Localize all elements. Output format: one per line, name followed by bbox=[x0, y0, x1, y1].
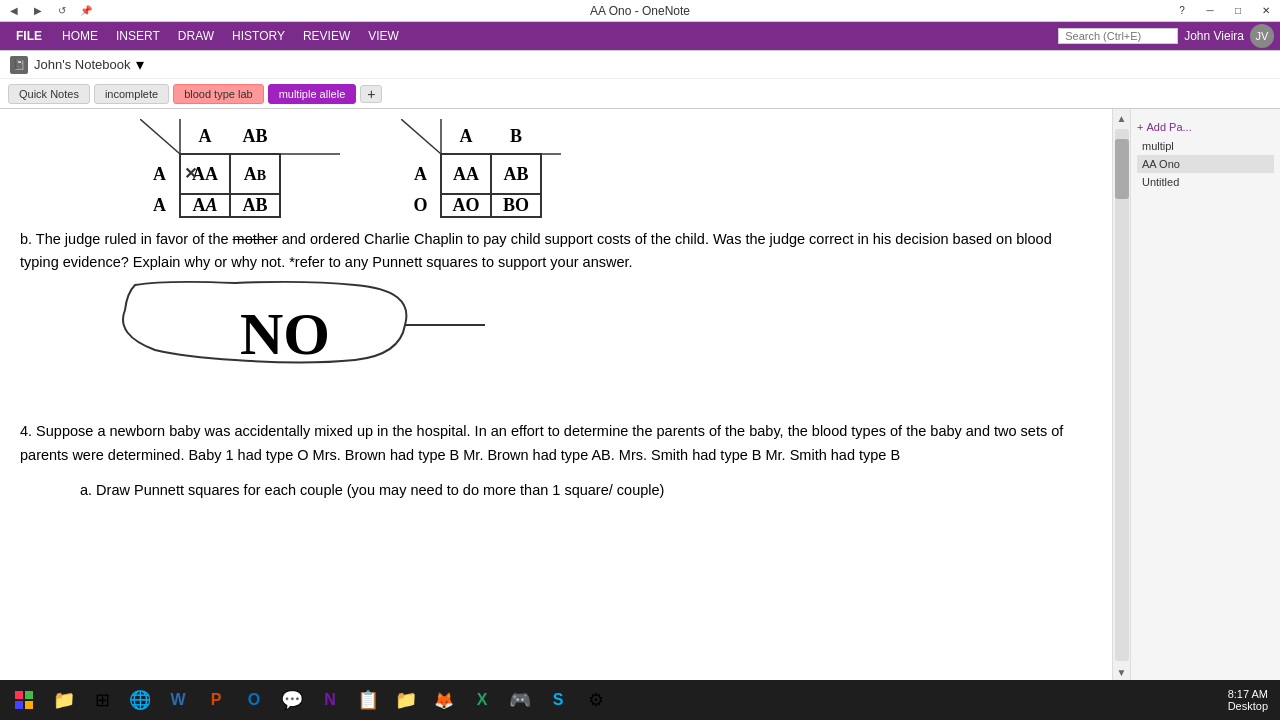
title-bar-left: ◀ ▶ ↺ 📌 bbox=[0, 1, 96, 21]
ribbon-menu: FILE HOME INSERT DRAW HISTORY REVIEW VIE… bbox=[0, 22, 1280, 50]
question-4-text: 4. Suppose a newborn baby was accidental… bbox=[20, 420, 1092, 466]
back-btn[interactable]: ◀ bbox=[4, 1, 24, 21]
help-btn[interactable]: ? bbox=[1168, 0, 1196, 22]
taskbar-browser-icon[interactable]: 🌐 bbox=[122, 682, 158, 718]
scroll-up-btn[interactable]: ▲ bbox=[1113, 109, 1131, 127]
scroll-track bbox=[1115, 129, 1129, 661]
insert-menu-btn[interactable]: INSERT bbox=[108, 27, 168, 45]
draw-menu-btn[interactable]: DRAW bbox=[170, 27, 222, 45]
tabs-bar: Quick Notes incomplete blood type lab mu… bbox=[0, 79, 1280, 109]
taskbar-gear-icon[interactable]: ⚙ bbox=[578, 682, 614, 718]
punnett-squares-area: A AB A ✕AA AB A AA AB bbox=[20, 119, 1092, 218]
title-bar: ◀ ▶ ↺ 📌 AA Ono - OneNote ? ─ □ ✕ bbox=[0, 0, 1280, 22]
refresh-btn[interactable]: ↺ bbox=[52, 1, 72, 21]
punnett-square-2: A B A AA AB O AO BO bbox=[401, 119, 542, 218]
right-sidebar: + Add Pa... multipl AA Ono Untitled bbox=[1130, 109, 1280, 681]
add-page-btn[interactable]: + Add Pa... bbox=[1137, 117, 1274, 137]
ribbon: FILE HOME INSERT DRAW HISTORY REVIEW VIE… bbox=[0, 22, 1280, 51]
question-4-para: 4. Suppose a newborn baby was accidental… bbox=[20, 420, 1092, 466]
tab-quick-notes[interactable]: Quick Notes bbox=[8, 84, 90, 104]
sidebar-page-untitled[interactable]: Untitled bbox=[1137, 173, 1274, 191]
close-btn[interactable]: ✕ bbox=[1252, 0, 1280, 22]
note-canvas: A AB A ✕AA AB A AA AB bbox=[20, 119, 1092, 671]
notebook-name[interactable]: John's Notebook bbox=[34, 57, 130, 72]
taskbar-chat-icon[interactable]: 💬 bbox=[274, 682, 310, 718]
file-menu-btn[interactable]: FILE bbox=[6, 27, 52, 45]
question-b-text: b. The judge ruled in favor of the mothe… bbox=[20, 228, 1092, 274]
start-button[interactable] bbox=[4, 682, 44, 718]
notebook-dropdown-arrow[interactable]: ▾ bbox=[136, 55, 144, 74]
taskbar-skype-icon[interactable]: S bbox=[540, 682, 576, 718]
taskbar-game-icon[interactable]: 🎮 bbox=[502, 682, 538, 718]
strikethrough-word: mother bbox=[233, 231, 278, 247]
minimize-btn[interactable]: ─ bbox=[1196, 0, 1224, 22]
taskbar-powerpoint-icon[interactable]: P bbox=[198, 682, 234, 718]
review-menu-btn[interactable]: REVIEW bbox=[295, 27, 358, 45]
view-menu-btn[interactable]: VIEW bbox=[360, 27, 407, 45]
history-menu-btn[interactable]: HISTORY bbox=[224, 27, 293, 45]
add-icon: + bbox=[1137, 121, 1143, 133]
pin-btn[interactable]: 📌 bbox=[76, 1, 96, 21]
user-name: John Vieira bbox=[1184, 29, 1244, 43]
content-area: A AB A ✕AA AB A AA AB bbox=[0, 109, 1112, 681]
taskbar-windows-icon[interactable]: ⊞ bbox=[84, 682, 120, 718]
taskbar-time: 8:17 AM bbox=[1228, 688, 1268, 700]
scroll-down-btn[interactable]: ▼ bbox=[1113, 663, 1131, 681]
scroll-thumb[interactable] bbox=[1115, 139, 1129, 199]
tab-incomplete[interactable]: incomplete bbox=[94, 84, 169, 104]
taskbar-outlook-icon[interactable]: O bbox=[236, 682, 272, 718]
sidebar-page-aa-ono[interactable]: AA Ono bbox=[1137, 155, 1274, 173]
home-menu-btn[interactable]: HOME bbox=[54, 27, 106, 45]
question-4a-text: a. Draw Punnett squares for each couple … bbox=[80, 479, 1092, 502]
taskbar-onenote-icon[interactable]: N bbox=[312, 682, 348, 718]
svg-rect-7 bbox=[15, 691, 23, 699]
tab-add[interactable]: + bbox=[360, 85, 382, 103]
search-input[interactable] bbox=[1058, 28, 1178, 44]
taskbar-excel-icon[interactable]: X bbox=[464, 682, 500, 718]
notebook-icon: 📓 bbox=[10, 56, 28, 74]
answer-bubble-svg bbox=[105, 275, 505, 375]
add-page-label: Add Pa... bbox=[1146, 121, 1191, 133]
notebook-header: 📓 John's Notebook ▾ bbox=[0, 51, 1280, 79]
scroll-bar[interactable]: ▲ ▼ bbox=[1112, 109, 1130, 681]
window-controls: ? ─ □ ✕ bbox=[1168, 0, 1280, 21]
app-title: AA Ono - OneNote bbox=[590, 4, 690, 18]
system-clock: 8:17 AM Desktop bbox=[1228, 688, 1268, 712]
forward-btn[interactable]: ▶ bbox=[28, 1, 48, 21]
svg-rect-9 bbox=[15, 701, 23, 709]
svg-rect-8 bbox=[25, 691, 33, 699]
windows-logo-icon bbox=[14, 690, 34, 710]
svg-rect-10 bbox=[25, 701, 33, 709]
taskbar-word-icon[interactable]: W bbox=[160, 682, 196, 718]
sidebar-page-multipl[interactable]: multipl bbox=[1137, 137, 1274, 155]
avatar: JV bbox=[1250, 24, 1274, 48]
punnett-square-1: A AB A ✕AA AB A AA AB bbox=[140, 119, 281, 218]
taskbar-files-icon[interactable]: 📁 bbox=[388, 682, 424, 718]
taskbar-calendar-icon[interactable]: 📋 bbox=[350, 682, 386, 718]
tab-blood-type-lab[interactable]: blood type lab bbox=[173, 84, 264, 104]
tab-multiple-allele[interactable]: multiple allele bbox=[268, 84, 357, 104]
taskbar-right: 8:17 AM Desktop bbox=[1228, 688, 1276, 712]
maximize-btn[interactable]: □ bbox=[1224, 0, 1252, 22]
taskbar-folder-icon[interactable]: 📁 bbox=[46, 682, 82, 718]
answer-no-area: NO bbox=[120, 290, 1092, 390]
taskbar: 📁 ⊞ 🌐 W P O 💬 N 📋 📁 🦊 X 🎮 S ⚙ 8:17 AM De… bbox=[0, 680, 1280, 720]
user-info: John Vieira JV bbox=[1058, 24, 1274, 48]
taskbar-firefox-icon[interactable]: 🦊 bbox=[426, 682, 462, 718]
taskbar-date: Desktop bbox=[1228, 700, 1268, 712]
question-4a-para: a. Draw Punnett squares for each couple … bbox=[80, 479, 1092, 502]
